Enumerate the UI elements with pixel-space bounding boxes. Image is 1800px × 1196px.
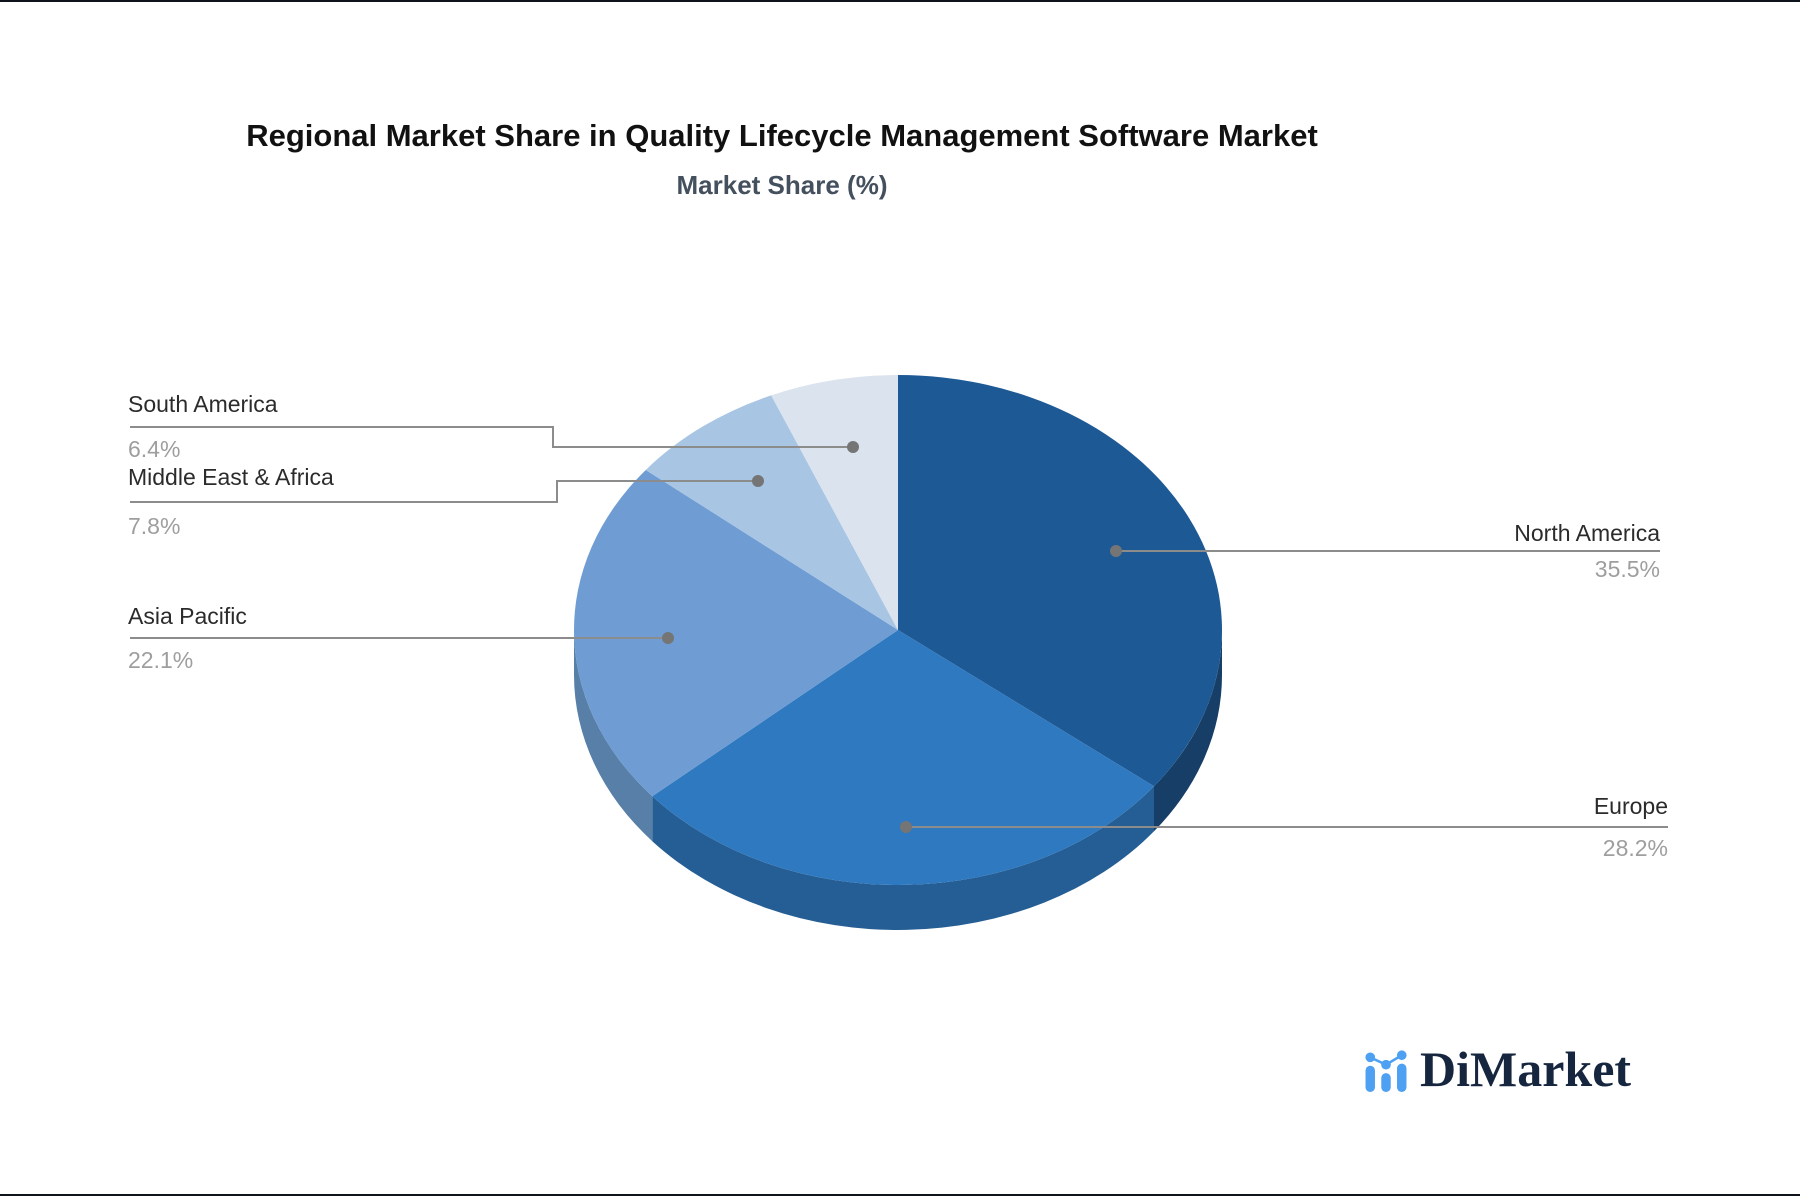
slice-value-asia-pacific: 22.1%	[128, 647, 193, 673]
pie-slices-layer	[574, 375, 1222, 930]
slice-label-middle-east-africa: Middle East & Africa	[128, 464, 334, 490]
leader-dot-europe	[900, 821, 912, 833]
slice-label-asia-pacific: Asia Pacific	[128, 603, 247, 629]
slice-label-south-america: South America	[128, 391, 278, 417]
slice-value-north-america: 35.5%	[1595, 556, 1660, 582]
slice-value-europe: 28.2%	[1603, 835, 1668, 861]
pie-chart-svg	[0, 0, 1800, 1196]
leader-dot-north-america	[1110, 545, 1122, 557]
leader-dot-south-america	[847, 441, 859, 453]
leader-dot-middle-east-africa	[752, 475, 764, 487]
brand-logo: DiMarket	[1365, 1044, 1631, 1094]
logo-text: DiMarket	[1420, 1044, 1631, 1094]
slice-value-middle-east-africa: 7.8%	[128, 513, 180, 539]
slice-label-europe: Europe	[1594, 793, 1668, 819]
leader-dot-asia-pacific	[662, 632, 674, 644]
slice-label-north-america: North America	[1514, 520, 1660, 546]
logo-bar-chart-icon	[1365, 1050, 1407, 1092]
slice-value-south-america: 6.4%	[128, 436, 180, 462]
